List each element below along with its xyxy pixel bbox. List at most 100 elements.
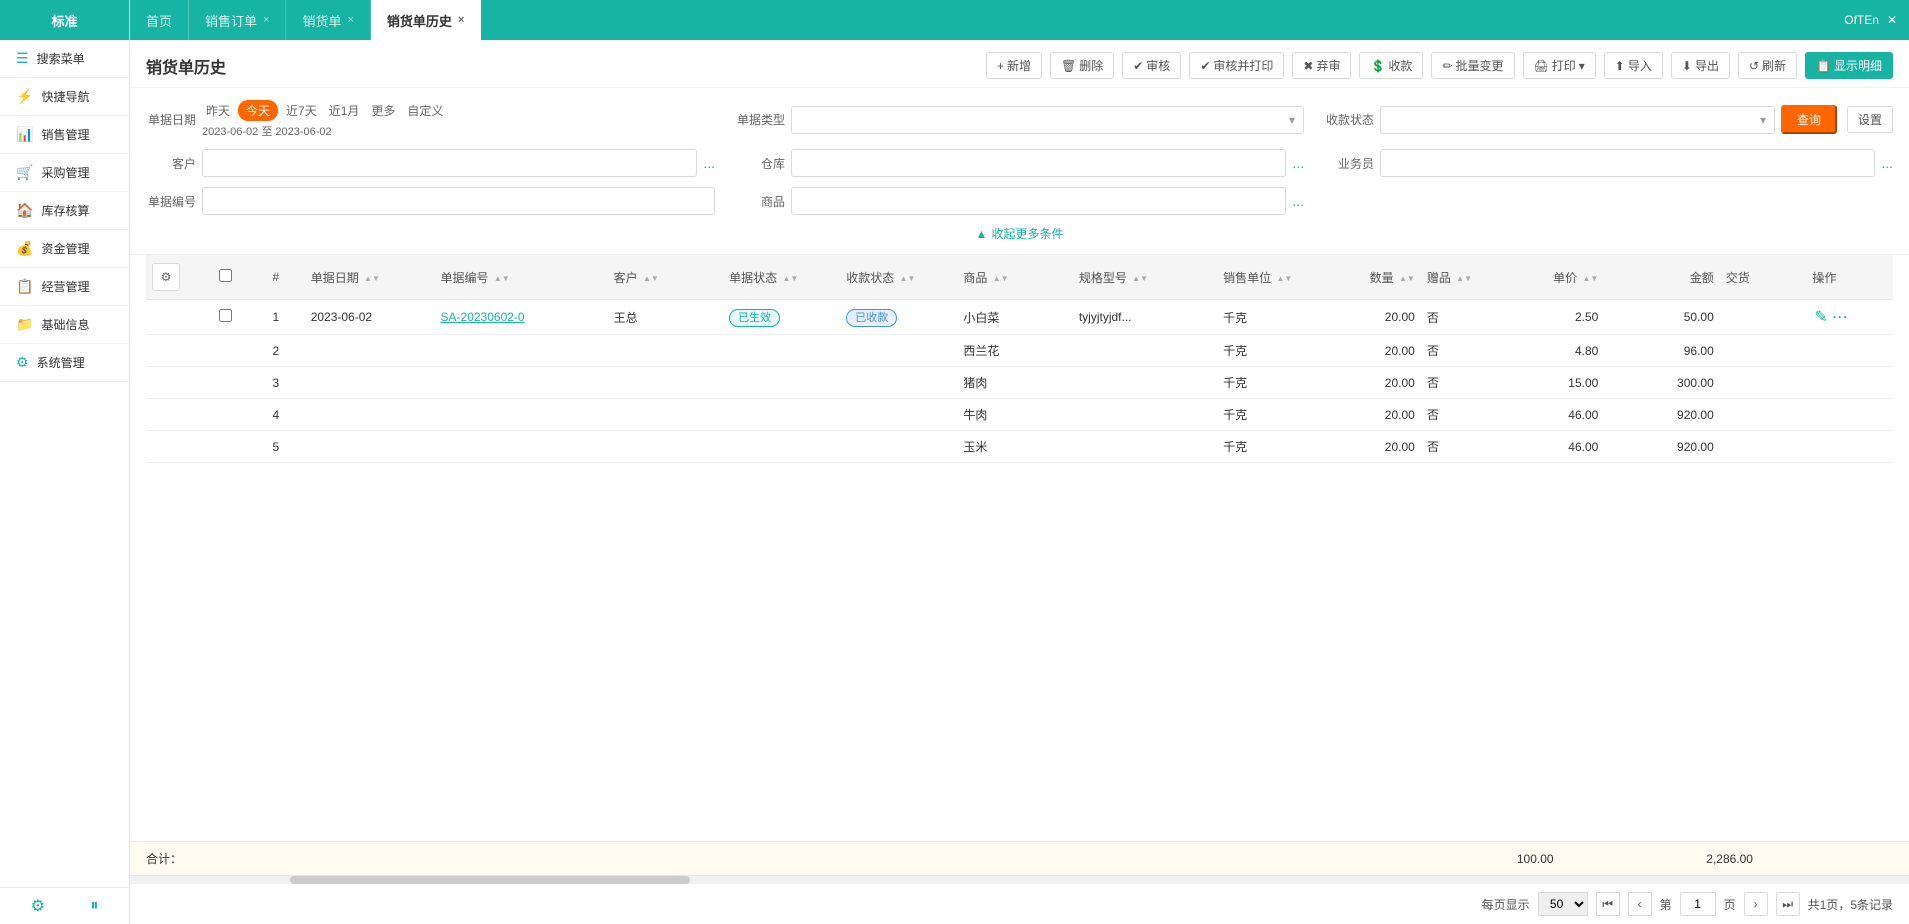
gift-sort-icon[interactable]: ▲▼ <box>1456 274 1472 283</box>
qty-sort-icon[interactable]: ▲▼ <box>1399 274 1415 283</box>
collect-button[interactable]: 💲 收款 <box>1359 52 1423 79</box>
date-yesterday-btn[interactable]: 昨天 <box>202 100 234 121</box>
row-sn-cell[interactable]: SA-20230602-0 <box>435 300 608 335</box>
batch-change-label: 批量变更 <box>1456 57 1504 74</box>
customer-select-icon[interactable]: ... <box>703 155 715 171</box>
warehouse-select-icon[interactable]: ... <box>1292 155 1304 171</box>
col-qty-header[interactable]: 数量 ▲▼ <box>1334 255 1421 300</box>
col-gear-header[interactable]: ⚙ <box>146 255 204 300</box>
product-sort-icon[interactable]: ▲▼ <box>993 274 1009 283</box>
pay-status-sort-icon[interactable]: ▲▼ <box>900 274 916 283</box>
sidebar-item-system[interactable]: ⚙ 系统管理 <box>0 344 129 382</box>
sales-rep-input[interactable] <box>1380 149 1875 177</box>
batch-change-button[interactable]: ✏ 批量变更 <box>1431 52 1514 79</box>
col-unit-header[interactable]: 销售单位 ▲▼ <box>1217 255 1334 300</box>
row-sn-cell[interactable] <box>435 335 608 367</box>
date-1month-btn[interactable]: 近1月 <box>325 100 364 121</box>
scrollbar-thumb[interactable] <box>290 876 690 884</box>
sn-link[interactable]: SA-20230602-0 <box>441 310 525 324</box>
row-checkbox-cell[interactable] <box>204 367 247 399</box>
price-sort-icon[interactable]: ▲▼ <box>1582 274 1598 283</box>
sidebar-item-quick-nav[interactable]: ⚡ 快捷导航 <box>0 78 129 116</box>
warehouse-input[interactable] <box>791 149 1286 177</box>
date-today-btn[interactable]: 今天 <box>238 100 278 121</box>
row-checkbox-cell[interactable] <box>204 399 247 431</box>
col-price-header[interactable]: 单价 ▲▼ <box>1503 255 1604 300</box>
topbar-close-btn[interactable]: ✕ <box>1887 13 1897 27</box>
col-pay-status-header[interactable]: 收款状态 ▲▼ <box>840 255 957 300</box>
audit-print-button[interactable]: ✔ 审核并打印 <box>1189 52 1284 79</box>
col-spec-header[interactable]: 规格型号 ▲▼ <box>1073 255 1217 300</box>
row-checkbox[interactable] <box>219 309 232 322</box>
pay-status-select[interactable]: ▾ <box>1380 106 1775 134</box>
col-product-header[interactable]: 商品 ▲▼ <box>957 255 1072 300</box>
date-sort-icon[interactable]: ▲▼ <box>364 274 380 283</box>
col-doc-status-header[interactable]: 单据状态 ▲▼ <box>723 255 840 300</box>
next-page-btn[interactable]: › <box>1744 892 1768 916</box>
col-date-header[interactable]: 单据日期 ▲▼ <box>305 255 435 300</box>
col-checkbox-header[interactable] <box>204 255 247 300</box>
more-btn[interactable]: ⋯ <box>1832 309 1848 326</box>
customer-input[interactable] <box>202 149 697 177</box>
doc-status-sort-icon[interactable]: ▲▼ <box>782 274 798 283</box>
import-button[interactable]: ⬆ 导入 <box>1604 52 1663 79</box>
row-sn-cell[interactable] <box>435 431 608 463</box>
row-sn-cell[interactable] <box>435 367 608 399</box>
page-number-input[interactable] <box>1680 892 1716 916</box>
setting-button[interactable]: 设置 <box>1847 106 1893 133</box>
page-size-select[interactable]: 50 100 200 <box>1538 892 1588 916</box>
last-page-btn[interactable]: ⏭ <box>1776 892 1800 916</box>
col-gift-header[interactable]: 赠品 ▲▼ <box>1421 255 1504 300</box>
first-page-btn[interactable]: ⏮ <box>1596 892 1620 916</box>
audit-button[interactable]: ✔ 审核 <box>1122 52 1181 79</box>
settings-bottom-icon[interactable]: ⚙ <box>31 896 45 916</box>
date-more-btn[interactable]: 更多 <box>367 100 399 121</box>
query-button[interactable]: 查询 <box>1781 105 1837 134</box>
horizontal-scrollbar[interactable] <box>130 875 1909 883</box>
tab-sales-delivery-close[interactable]: × <box>347 14 353 26</box>
sidebar-item-sales-mgmt[interactable]: 📊 销售管理 <box>0 116 129 154</box>
sales-rep-select-icon[interactable]: ... <box>1881 155 1893 171</box>
date-custom-btn[interactable]: 自定义 <box>403 100 447 121</box>
sidebar-item-search[interactable]: ☰ 搜索菜单 <box>0 40 129 78</box>
tab-sales-order-close[interactable]: × <box>263 14 269 26</box>
row-sn-cell[interactable] <box>435 399 608 431</box>
tab-sales-order[interactable]: 销售订单 × <box>189 0 286 40</box>
delete-button[interactable]: 🗑 删除 <box>1050 52 1114 79</box>
row-checkbox-cell[interactable] <box>204 431 247 463</box>
sidebar-item-operations[interactable]: 📋 经营管理 <box>0 268 129 306</box>
collapse-button[interactable]: ▲ 收起更多条件 <box>976 225 1064 242</box>
pause-icon[interactable]: ⏸ <box>90 897 98 915</box>
product-select-icon[interactable]: ... <box>1292 193 1304 209</box>
col-customer-header[interactable]: 客户 ▲▼ <box>608 255 723 300</box>
doc-number-input[interactable] <box>202 187 715 215</box>
row-checkbox-cell[interactable] <box>204 335 247 367</box>
spec-sort-icon[interactable]: ▲▼ <box>1132 274 1148 283</box>
show-detail-button[interactable]: 📋 显示明细 <box>1805 52 1893 79</box>
customer-sort-icon[interactable]: ▲▼ <box>643 274 659 283</box>
add-button[interactable]: + 新增 <box>986 52 1042 79</box>
row-checkbox-cell[interactable] <box>204 300 247 335</box>
unit-sort-icon[interactable]: ▲▼ <box>1276 274 1292 283</box>
doc-type-select[interactable]: ▾ <box>791 106 1304 134</box>
tab-sales-delivery[interactable]: 销货单 × <box>286 0 370 40</box>
prev-page-btn[interactable]: ‹ <box>1628 892 1652 916</box>
tab-sales-history[interactable]: 销货单历史 × <box>371 0 481 40</box>
tab-sales-history-close[interactable]: × <box>458 14 464 26</box>
export-button[interactable]: ⬇ 导出 <box>1671 52 1730 79</box>
col-sn-header[interactable]: 单据编号 ▲▼ <box>435 255 608 300</box>
tab-home[interactable]: 首页 <box>130 0 189 40</box>
abandon-button[interactable]: ✖ 弃审 <box>1292 52 1351 79</box>
refresh-button[interactable]: ↺ 刷新 <box>1738 52 1797 79</box>
sidebar-item-purchase-mgmt[interactable]: 🛒 采购管理 <box>0 154 129 192</box>
sn-sort-icon[interactable]: ▲▼ <box>494 274 510 283</box>
product-input[interactable] <box>791 187 1286 215</box>
sidebar-item-finance[interactable]: 💰 资金管理 <box>0 230 129 268</box>
sidebar-item-inventory[interactable]: 🏠 库存核算 <box>0 192 129 230</box>
print-button[interactable]: 🖨 打印 ▾ <box>1523 52 1596 79</box>
select-all-checkbox[interactable] <box>219 269 232 282</box>
edit-btn[interactable]: ✎ <box>1814 309 1827 326</box>
date-7days-btn[interactable]: 近7天 <box>282 100 321 121</box>
sidebar-item-base-info[interactable]: 📁 基础信息 <box>0 306 129 344</box>
col-settings-btn[interactable]: ⚙ <box>152 263 180 291</box>
